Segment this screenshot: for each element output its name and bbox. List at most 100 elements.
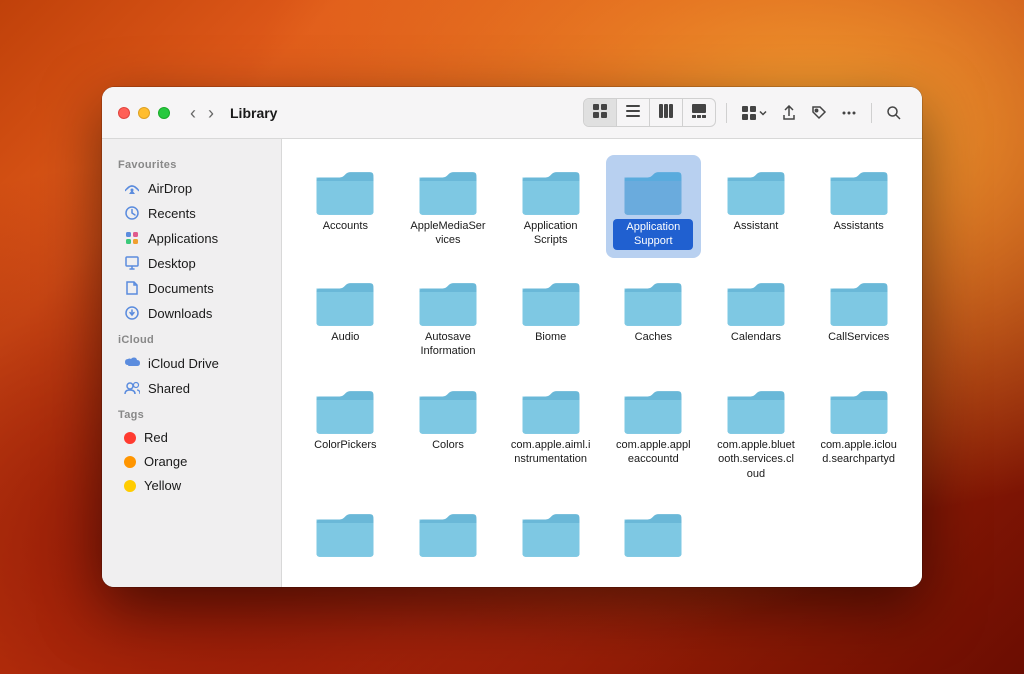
folder-icon: [621, 274, 685, 326]
yellow-tag-label: Yellow: [144, 478, 181, 493]
folder-item[interactable]: ColorPickers: [298, 374, 393, 489]
icloud-label: iCloud: [102, 326, 281, 350]
folder-item[interactable]: com.apple.bluetooth.services.cloud: [709, 374, 804, 489]
folder-item[interactable]: com.apple.appleaccountd: [606, 374, 701, 489]
folder-label: Caches: [635, 330, 672, 344]
view-list-button[interactable]: [617, 99, 650, 126]
downloads-label: Downloads: [148, 306, 212, 321]
folder-label: Biome: [535, 330, 566, 344]
folder-icon: [621, 505, 685, 557]
applications-label: Applications: [148, 231, 218, 246]
folder-icon: [519, 274, 583, 326]
finder-window: ‹ › Library: [102, 87, 922, 587]
red-tag-dot: [124, 432, 136, 444]
folder-item[interactable]: AppleMediaServices: [401, 155, 496, 258]
folder-label: Autosave Information: [408, 330, 488, 359]
folder-item[interactable]: Autosave Information: [401, 266, 496, 367]
view-gallery-button[interactable]: [683, 99, 715, 126]
nav-buttons: ‹ ›: [186, 102, 218, 124]
folder-label: Calendars: [731, 330, 781, 344]
icloud-icon: [124, 355, 140, 371]
back-button[interactable]: ‹: [186, 102, 200, 124]
group-by-button[interactable]: [737, 101, 771, 125]
sidebar-item-shared[interactable]: Shared: [108, 376, 275, 400]
folder-icon: [827, 274, 891, 326]
shared-icon: [124, 380, 140, 396]
share-button[interactable]: [777, 101, 801, 125]
documents-icon: [124, 280, 140, 296]
sidebar-item-recents[interactable]: Recents: [108, 201, 275, 225]
view-mode-buttons: [583, 98, 716, 127]
folder-icon: [519, 163, 583, 215]
folder-item[interactable]: Caches: [606, 266, 701, 367]
forward-button[interactable]: ›: [204, 102, 218, 124]
sidebar-item-documents[interactable]: Documents: [108, 276, 275, 300]
folder-label: com.apple.bluetooth.services.cloud: [716, 438, 796, 481]
folder-item[interactable]: Biome: [503, 266, 598, 367]
desktop-label: Desktop: [148, 256, 196, 271]
folder-item[interactable]: Accounts: [298, 155, 393, 258]
orange-tag-dot: [124, 456, 136, 468]
folder-item[interactable]: com.apple.aiml.instrumentation: [503, 374, 598, 489]
folder-icon: [313, 163, 377, 215]
folder-icon: [827, 163, 891, 215]
toolbar-right: [583, 98, 906, 127]
folder-label: AppleMediaServices: [408, 219, 488, 248]
window-title: Library: [230, 105, 583, 121]
folder-item[interactable]: Application Support: [606, 155, 701, 258]
folder-label: Accounts: [323, 219, 368, 233]
sidebar-item-tag-red[interactable]: Red: [108, 426, 275, 449]
icloud-drive-label: iCloud Drive: [148, 356, 219, 371]
folder-icon: [724, 163, 788, 215]
main-content: Favourites AirDrop: [102, 139, 922, 587]
folder-label: Audio: [331, 330, 359, 344]
sidebar: Favourites AirDrop: [102, 139, 282, 587]
folder-item[interactable]: CallServices: [811, 266, 906, 367]
folder-item[interactable]: Assistant: [709, 155, 804, 258]
downloads-icon: [124, 305, 140, 321]
red-tag-label: Red: [144, 430, 168, 445]
minimize-button[interactable]: [138, 107, 150, 119]
sidebar-item-tag-yellow[interactable]: Yellow: [108, 474, 275, 497]
folder-item[interactable]: com.apple.icloud.searchpartyd: [811, 374, 906, 489]
file-grid: Accounts AppleMediaServices Application …: [282, 139, 922, 587]
yellow-tag-dot: [124, 480, 136, 492]
folder-icon: [621, 163, 685, 215]
sidebar-item-icloud-drive[interactable]: iCloud Drive: [108, 351, 275, 375]
folder-item[interactable]: Calendars: [709, 266, 804, 367]
folder-item[interactable]: [298, 497, 393, 569]
sidebar-item-tag-orange[interactable]: Orange: [108, 450, 275, 473]
folder-icon: [416, 163, 480, 215]
view-grid-button[interactable]: [584, 99, 617, 126]
more-button[interactable]: [837, 101, 861, 125]
search-button[interactable]: [882, 101, 906, 125]
folder-label: com.apple.appleaccountd: [613, 438, 693, 467]
airdrop-icon: [124, 180, 140, 196]
folder-item[interactable]: Audio: [298, 266, 393, 367]
maximize-button[interactable]: [158, 107, 170, 119]
close-button[interactable]: [118, 107, 130, 119]
sidebar-item-downloads[interactable]: Downloads: [108, 301, 275, 325]
folder-label: CallServices: [828, 330, 889, 344]
applications-icon: [124, 230, 140, 246]
documents-label: Documents: [148, 281, 214, 296]
sidebar-item-applications[interactable]: Applications: [108, 226, 275, 250]
folder-icon: [519, 505, 583, 557]
sidebar-item-desktop[interactable]: Desktop: [108, 251, 275, 275]
folder-item[interactable]: Assistants: [811, 155, 906, 258]
folder-item[interactable]: [606, 497, 701, 569]
sidebar-item-airdrop[interactable]: AirDrop: [108, 176, 275, 200]
folder-item[interactable]: [401, 497, 496, 569]
orange-tag-label: Orange: [144, 454, 187, 469]
tags-label: Tags: [102, 401, 281, 425]
folder-item[interactable]: [503, 497, 598, 569]
folder-item[interactable]: Colors: [401, 374, 496, 489]
folder-icon: [313, 382, 377, 434]
tag-button[interactable]: [807, 101, 831, 125]
recents-label: Recents: [148, 206, 196, 221]
folder-icon: [313, 274, 377, 326]
view-columns-button[interactable]: [650, 99, 683, 126]
folder-icon: [827, 382, 891, 434]
folder-item[interactable]: Application Scripts: [503, 155, 598, 258]
folder-icon: [416, 274, 480, 326]
